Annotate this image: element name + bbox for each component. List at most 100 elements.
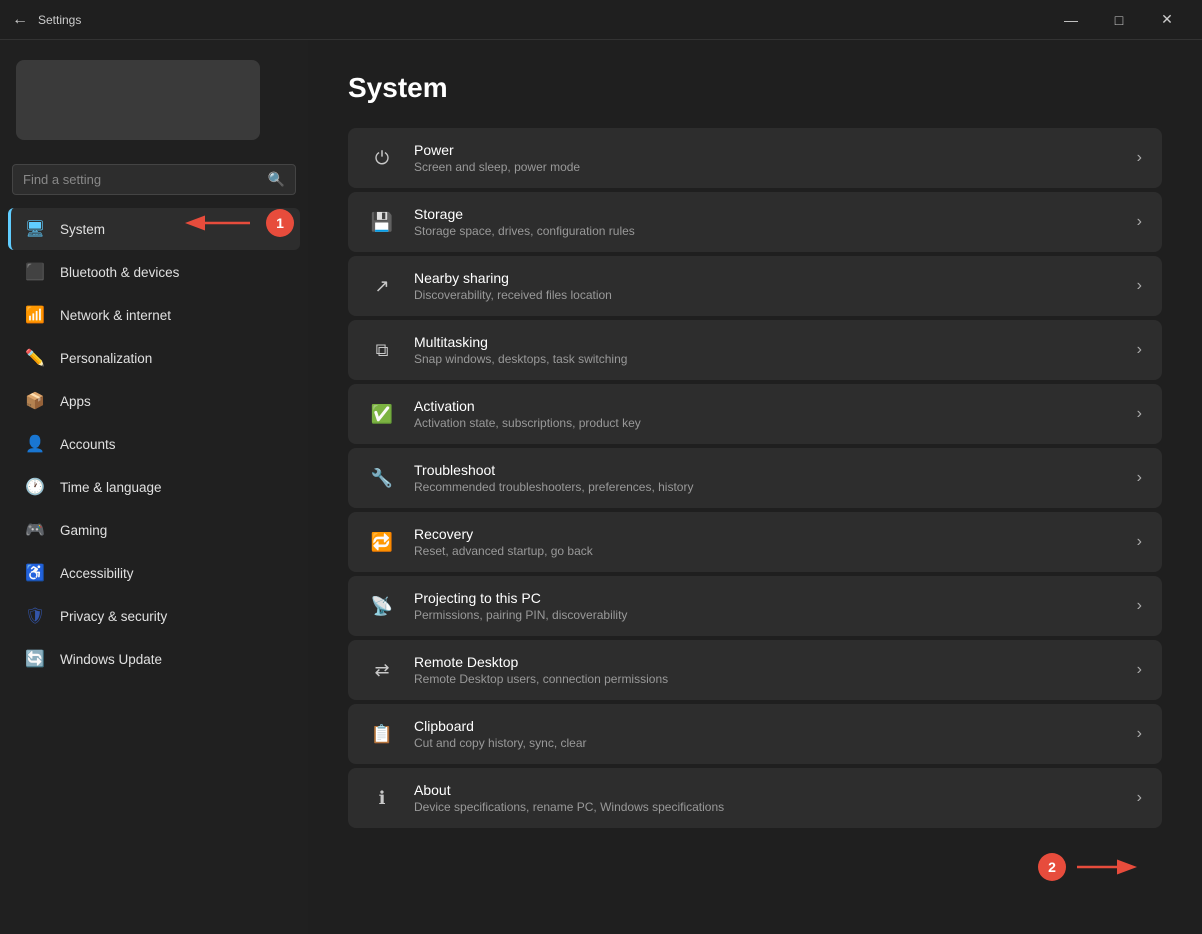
settings-text-multitasking: Multitasking Snap windows, desktops, task… (414, 334, 1119, 366)
settings-list: ⏻ PowerScreen and sleep, power mode › 💾 Stor… (348, 128, 1162, 828)
settings-sub-clipboard: Cut and copy history, sync, clear (414, 736, 1119, 750)
settings-icon-clipboard: 📋 (368, 720, 396, 748)
back-button[interactable]: ← (12, 11, 28, 29)
chevron-icon-troubleshoot: › (1137, 469, 1142, 487)
settings-item-clipboard[interactable]: 📋ClipboardCut and copy history, sync, cl… (348, 704, 1162, 764)
nav-icon-accessibility: ♿ (24, 562, 46, 584)
sidebar: 🔍 🖥 System ⬛ Bluetooth & devices 📶Network & … (0, 40, 308, 934)
settings-item-projecting[interactable]: 📡 Projecting to this PC Permissions, pairi… (348, 576, 1162, 636)
settings-item-nearby-sharing[interactable]: ↗ Nearby sharingDiscoverability, received… (348, 256, 1162, 316)
settings-title-recovery: Recovery (414, 526, 1119, 542)
settings-icon-power: ⏻ (368, 144, 396, 172)
settings-text-storage: Storage Storage space, drives, configurat… (414, 206, 1119, 238)
chevron-icon-clipboard: › (1137, 725, 1142, 743)
settings-icon-activation: ✅ (368, 400, 396, 428)
chevron-icon-multitasking: › (1137, 341, 1142, 359)
nav-icon-bluetooth: ⬛ (24, 261, 46, 283)
minimize-button[interactable]: — (1048, 4, 1094, 36)
settings-icon-troubleshoot: 🔧 (368, 464, 396, 492)
nav-icon-gaming: 🎮 (24, 519, 46, 541)
settings-sub-activation: Activation state, subscriptions, product… (414, 416, 1119, 430)
nav-icon-privacy: 🛡 (24, 605, 46, 627)
chevron-icon-recovery: › (1137, 533, 1142, 551)
settings-text-about: About Device specifications, rename PC, W… (414, 782, 1119, 814)
settings-sub-recovery: Reset, advanced startup, go back (414, 544, 1119, 558)
search-icon[interactable]: 🔍 (268, 171, 285, 188)
settings-title-activation: Activation (414, 398, 1119, 414)
settings-text-remote-desktop: Remote Desktop Remote Desktop users, conn… (414, 654, 1119, 686)
settings-title-troubleshoot: Troubleshoot (414, 462, 1119, 478)
settings-item-multitasking[interactable]: ⧉ Multitasking Snap windows, desktops, tas… (348, 320, 1162, 380)
chevron-icon-about: › (1137, 789, 1142, 807)
close-button[interactable]: ✕ (1144, 4, 1190, 36)
sidebar-label-personalization: Personalization (60, 351, 152, 366)
sidebar-item-accounts[interactable]: 👤Accounts (8, 423, 300, 465)
settings-sub-multitasking: Snap windows, desktops, task switching (414, 352, 1119, 366)
settings-icon-nearby-sharing: ↗ (368, 272, 396, 300)
sidebar-label-privacy: Privacy & security (60, 609, 167, 624)
sidebar-item-gaming[interactable]: 🎮 Gaming (8, 509, 300, 551)
settings-icon-storage: 💾 (368, 208, 396, 236)
settings-item-power[interactable]: ⏻ PowerScreen and sleep, power mode › (348, 128, 1162, 188)
settings-sub-troubleshoot: Recommended troubleshooters, preferences… (414, 480, 1119, 494)
sidebar-label-apps: Apps (60, 394, 91, 409)
settings-sub-remote-desktop: Remote Desktop users, connection permiss… (414, 672, 1119, 686)
maximize-button[interactable]: □ (1096, 4, 1142, 36)
settings-title-remote-desktop: Remote Desktop (414, 654, 1119, 670)
sidebar-item-time[interactable]: 🕐 Time & language (8, 466, 300, 508)
sidebar-label-gaming: Gaming (60, 523, 107, 538)
sidebar-item-bluetooth[interactable]: ⬛ Bluetooth & devices (8, 251, 300, 293)
settings-sub-projecting: Permissions, pairing PIN, discoverabilit… (414, 608, 1119, 622)
sidebar-item-windows-update[interactable]: 🔄 Windows Update (8, 638, 300, 680)
settings-item-about[interactable]: ℹ About Device specifications, rename PC, … (348, 768, 1162, 828)
sidebar-label-accessibility: Accessibility (60, 566, 134, 581)
settings-title-projecting: Projecting to this PC (414, 590, 1119, 606)
settings-text-activation: Activation Activation state, subscription… (414, 398, 1119, 430)
sidebar-label-time: Time & language (60, 480, 162, 495)
sidebar-item-system[interactable]: 🖥 System (8, 208, 300, 250)
sidebar-label-system: System (60, 222, 105, 237)
settings-icon-multitasking: ⧉ (368, 336, 396, 364)
settings-sub-about: Device specifications, rename PC, Window… (414, 800, 1119, 814)
sidebar-item-apps[interactable]: 📦Apps (8, 380, 300, 422)
settings-icon-projecting: 📡 (368, 592, 396, 620)
search-input[interactable] (23, 172, 260, 187)
app-title: Settings (38, 13, 1038, 27)
sidebar-item-network[interactable]: 📶Network & internet (8, 294, 300, 336)
settings-title-multitasking: Multitasking (414, 334, 1119, 350)
nav-icon-personalization: ✏️ (24, 347, 46, 369)
settings-item-troubleshoot[interactable]: 🔧 Troubleshoot Recommended troubleshooters… (348, 448, 1162, 508)
settings-title-power: Power (414, 142, 1119, 158)
settings-sub-storage: Storage space, drives, configuration rul… (414, 224, 1119, 238)
nav-icon-time: 🕐 (24, 476, 46, 498)
settings-text-troubleshoot: Troubleshoot Recommended troubleshooters,… (414, 462, 1119, 494)
sidebar-label-network: Network & internet (60, 308, 171, 323)
chevron-icon-activation: › (1137, 405, 1142, 423)
main-content: System ⏻PowerScreen and sleep, power mod… (308, 40, 1202, 934)
nav-icon-system: 🖥 (24, 218, 46, 240)
settings-sub-nearby-sharing: Discoverability, received files location (414, 288, 1119, 302)
settings-title-storage: Storage (414, 206, 1119, 222)
sidebar-item-privacy[interactable]: 🛡 Privacy & security (8, 595, 300, 637)
chevron-icon-power: › (1137, 149, 1142, 167)
chevron-icon-storage: › (1137, 213, 1142, 231)
settings-item-recovery[interactable]: 🔁RecoveryReset, advanced startup, go bac… (348, 512, 1162, 572)
settings-title-about: About (414, 782, 1119, 798)
settings-item-storage[interactable]: 💾 Storage Storage space, drives, configura… (348, 192, 1162, 252)
settings-item-activation[interactable]: ✅ Activation Activation state, subscriptio… (348, 384, 1162, 444)
profile-section (0, 48, 308, 152)
chevron-icon-remote-desktop: › (1137, 661, 1142, 679)
sidebar-label-windows-update: Windows Update (60, 652, 162, 667)
settings-icon-about: ℹ (368, 784, 396, 812)
titlebar: ← Settings — □ ✕ (0, 0, 1202, 40)
search-box[interactable]: 🔍 (12, 164, 296, 195)
sidebar-item-personalization[interactable]: ✏️ Personalization (8, 337, 300, 379)
sidebar-label-accounts: Accounts (60, 437, 116, 452)
settings-text-nearby-sharing: Nearby sharingDiscoverability, received … (414, 270, 1119, 302)
settings-icon-remote-desktop: ⇄ (368, 656, 396, 684)
sidebar-label-bluetooth: Bluetooth & devices (60, 265, 179, 280)
settings-item-remote-desktop[interactable]: ⇄ Remote Desktop Remote Desktop users, con… (348, 640, 1162, 700)
settings-text-power: PowerScreen and sleep, power mode (414, 142, 1119, 174)
nav-icon-windows-update: 🔄 (24, 648, 46, 670)
sidebar-item-accessibility[interactable]: ♿ Accessibility (8, 552, 300, 594)
